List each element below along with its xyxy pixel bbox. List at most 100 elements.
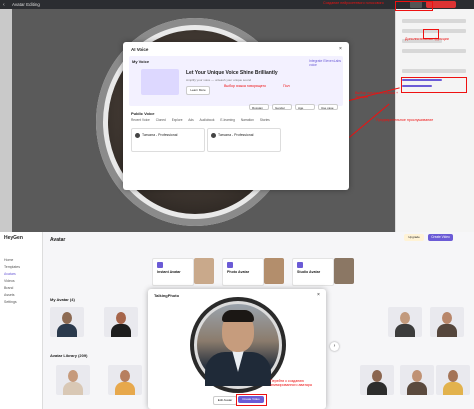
- avatar-tile[interactable]: [388, 307, 422, 337]
- sidebar-item-templates[interactable]: Templates: [4, 265, 20, 269]
- avatar-tile[interactable]: [430, 307, 464, 337]
- option-title: Instant Avatar: [157, 270, 181, 274]
- close-icon[interactable]: ×: [317, 292, 320, 298]
- tab-audiobook[interactable]: Audiobook: [199, 118, 214, 122]
- upgrade-button[interactable]: Upgrade: [404, 234, 424, 241]
- avatar-head: [372, 370, 382, 382]
- annotation-adjust: Предварительное прослушивание: [376, 118, 434, 122]
- tab-narration[interactable]: Narration: [241, 118, 254, 122]
- avatar-body: [115, 382, 135, 395]
- avatar-tile[interactable]: [108, 365, 142, 395]
- avatar-body: [111, 324, 131, 337]
- close-icon[interactable]: ×: [339, 46, 342, 52]
- avatar-body: [63, 382, 83, 395]
- ai-voice-modal: AI Voice × My Voice Integrate ElevenLabs…: [123, 42, 349, 190]
- tab-explore[interactable]: Explore: [172, 118, 183, 122]
- play-icon[interactable]: [135, 133, 140, 138]
- avatar-library-heading: Avatar Library (209): [50, 353, 88, 358]
- age-filter[interactable]: Age: [295, 104, 315, 110]
- avatar-thumb: [264, 258, 284, 284]
- tab-recent[interactable]: Recent Voice: [131, 118, 150, 122]
- modal-title: TalkingPhoto: [154, 293, 180, 298]
- voice-select[interactable]: [402, 69, 466, 73]
- voice-name: Татьяна - Professional: [218, 133, 254, 137]
- avatar-tile[interactable]: [56, 365, 90, 395]
- voice-card[interactable]: Татьяна - Professional: [207, 128, 281, 152]
- public-voice-label: Public Voice: [131, 111, 155, 116]
- studio-avatar-card[interactable]: Studio Avatar: [292, 258, 334, 286]
- voice-name: Татьяна - Professional: [142, 133, 178, 137]
- tools-rail: [0, 9, 12, 232]
- my-voice-section: My Voice Integrate ElevenLabs voice Let …: [129, 56, 343, 106]
- avatar-head: [120, 370, 130, 382]
- annotation-gender: Пол: [283, 84, 290, 88]
- integrate-link[interactable]: Integrate ElevenLabs voice: [309, 59, 343, 67]
- annotation-box: [401, 77, 467, 93]
- sidebar-item-home[interactable]: Home: [4, 258, 13, 262]
- instant-avatar-card[interactable]: Instant Avatar: [152, 258, 194, 286]
- learn-more-button[interactable]: Learn More: [186, 86, 210, 95]
- avatar-thumb: [334, 258, 354, 284]
- chevron-right-icon[interactable]: ›: [330, 342, 339, 351]
- avatar-tile[interactable]: [400, 365, 434, 395]
- play-icon[interactable]: [211, 133, 216, 138]
- avatar-body: [407, 382, 427, 395]
- annotation-box: [236, 394, 267, 406]
- sidebar-item-videos[interactable]: Videos: [4, 279, 15, 283]
- tab-cloned[interactable]: Cloned: [156, 118, 166, 122]
- avatar-tile[interactable]: [50, 307, 84, 337]
- sidebar-item-assets[interactable]: Assets: [4, 293, 15, 297]
- avatar-tile[interactable]: [436, 365, 470, 395]
- back-arrow-icon[interactable]: ‹: [3, 2, 5, 8]
- setting-row[interactable]: [402, 19, 466, 23]
- my-voice-label: My Voice: [132, 59, 150, 64]
- sidebar-item-settings[interactable]: Settings: [4, 300, 17, 304]
- avatar-head: [448, 370, 458, 382]
- avatar-head: [400, 312, 410, 324]
- voice-headline: Let Your Unique Voice Shine Brilliantly: [186, 70, 278, 76]
- avatar-body: [443, 382, 463, 395]
- photo-hair: [222, 310, 254, 322]
- page-title: Avatar: [50, 237, 66, 243]
- avatar-head: [442, 312, 452, 324]
- gender-filter[interactable]: Gender: [272, 104, 292, 110]
- avatar-body: [437, 324, 457, 337]
- voice-subtext: Amplify your voice — unleash your unique…: [186, 78, 252, 82]
- setting-row[interactable]: [402, 49, 466, 53]
- avatar-thumb: [194, 258, 214, 284]
- voice-illustration: [141, 69, 179, 95]
- annotation-create-animated: Перейти к созданию анимированного аватар…: [270, 379, 312, 387]
- avatar-body: [395, 324, 415, 337]
- instant-avatar-icon: [157, 262, 163, 268]
- sidebar-item-avatars[interactable]: Avatars: [4, 272, 16, 276]
- option-title: Studio Avatar: [297, 270, 321, 274]
- annotation-box: [395, 1, 433, 11]
- tab-stories[interactable]: Stories: [260, 118, 270, 122]
- avatar-head: [116, 312, 126, 324]
- avatar-body: [367, 382, 387, 395]
- avatar-head: [62, 312, 72, 324]
- my-avatars-heading: My Avatar (4): [50, 297, 75, 302]
- tab-elearning[interactable]: E-learning: [220, 118, 235, 122]
- photo-avatar-card[interactable]: Photo Avatar: [222, 258, 264, 286]
- language-filter[interactable]: Russian: [249, 104, 269, 110]
- option-title: Photo Avatar: [227, 270, 250, 274]
- voice-tabs: Recent Voice Cloned Explore Ads Audioboo…: [131, 118, 341, 124]
- sidebar-item-brand[interactable]: Brand: [4, 286, 13, 290]
- photo-avatar-icon: [227, 262, 233, 268]
- avatar-tile[interactable]: [104, 307, 138, 337]
- tab-ads[interactable]: Ads: [188, 118, 194, 122]
- annotation-voice-lang: Выбор языка говорящего: [224, 84, 267, 88]
- create-video-button[interactable]: Create Video: [428, 234, 453, 241]
- modal-title: AI Voice: [131, 47, 149, 52]
- avatar-tile[interactable]: [360, 365, 394, 395]
- brand-logo[interactable]: HeyGen: [4, 235, 23, 241]
- usecase-filter[interactable]: Use case: [318, 104, 338, 110]
- studio-avatar-icon: [297, 262, 303, 268]
- voice-card[interactable]: Татьяна - Professional: [131, 128, 205, 152]
- window-title: Avatar Editing: [12, 2, 40, 7]
- avatar-head: [412, 370, 422, 382]
- annotation-create-voice: Создание нейросетевого голосового: [323, 1, 384, 5]
- edit-avatar-button[interactable]: Edit Avatar: [213, 396, 237, 405]
- avatar-head: [68, 370, 78, 382]
